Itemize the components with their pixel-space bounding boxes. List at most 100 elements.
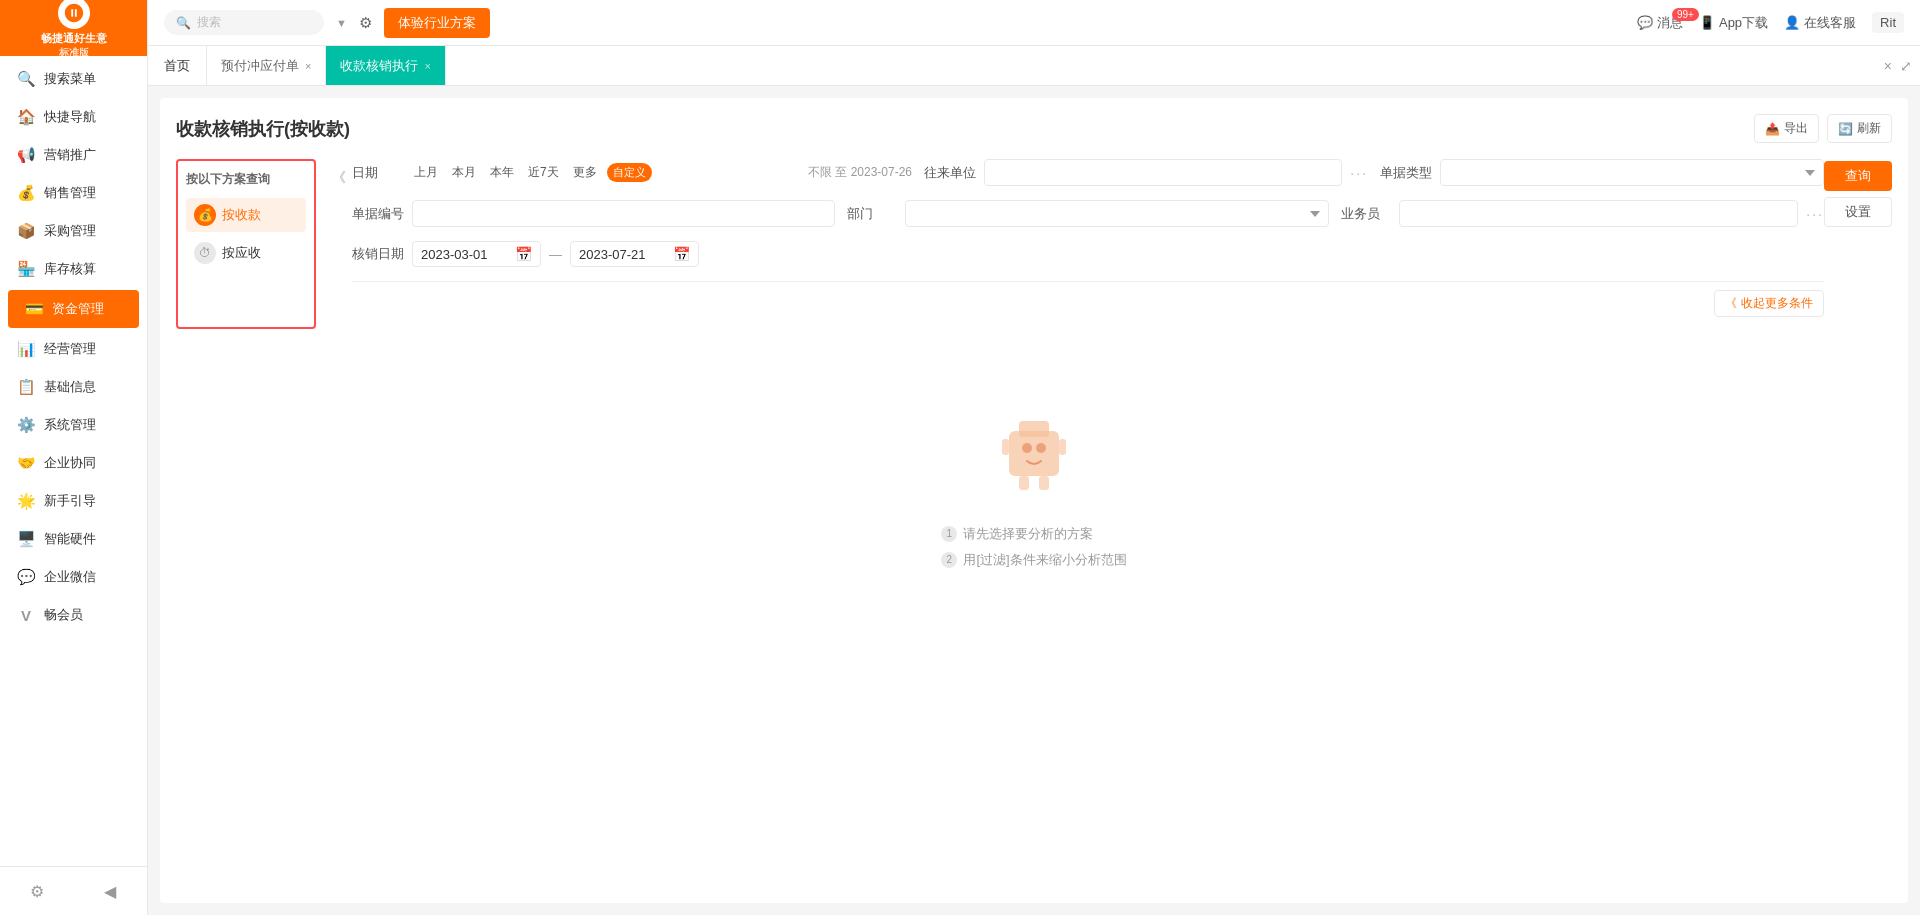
hardware-icon: 🖥️ xyxy=(16,530,36,548)
verif-end-input[interactable] xyxy=(579,247,669,262)
tab-fullscreen-btn[interactable]: ⤢ xyxy=(1900,58,1912,74)
sidebar-item-purchase[interactable]: 📦 采购管理 xyxy=(0,212,147,250)
tab-prepay[interactable]: 预付冲应付单 × xyxy=(207,46,326,85)
collapse-sidebar-btn[interactable]: ◀ xyxy=(94,875,126,907)
sidebar-item-vip[interactable]: V 畅会员 xyxy=(0,596,147,634)
message-button[interactable]: 💬 消息 99+ xyxy=(1637,14,1683,32)
message-badge: 99+ xyxy=(1672,8,1699,21)
verif-end-calendar-icon[interactable]: 📅 xyxy=(673,246,690,262)
settings-button[interactable]: 设置 xyxy=(1824,197,1892,227)
sales-field: 业务员 ··· xyxy=(1341,200,1824,227)
solution-button[interactable]: 体验行业方案 xyxy=(384,8,490,38)
date-custom-badge[interactable]: 自定义 xyxy=(607,163,652,182)
sidebar-item-label: 销售管理 xyxy=(44,184,96,202)
sidebar-item-system[interactable]: ⚙️ 系统管理 xyxy=(0,406,147,444)
collapse-more-button[interactable]: 《 收起更多条件 xyxy=(1714,290,1824,317)
page-title: 收款核销执行(按收款) xyxy=(176,117,350,141)
svg-rect-6 xyxy=(1019,476,1029,490)
form-and-btn: 日期 上月 本月 本年 近7天 更多 自定义 xyxy=(352,159,1892,329)
verif-start-calendar-icon[interactable]: 📅 xyxy=(515,246,532,262)
export-label: 导出 xyxy=(1784,120,1808,137)
page-header: 收款核销执行(按收款) 📤 导出 🔄 刷新 xyxy=(176,114,1892,143)
date-this-month[interactable]: 本月 xyxy=(448,163,480,182)
verif-start-wrap[interactable]: 📅 xyxy=(412,241,541,267)
query-btn-col: 查询 设置 xyxy=(1824,159,1892,227)
collapse-filter-btn[interactable]: 《 xyxy=(332,159,352,187)
service-label: 在线客服 xyxy=(1804,14,1856,32)
sidebar-item-wechat[interactable]: 💬 企业微信 xyxy=(0,558,147,596)
doc-type-select[interactable] xyxy=(1440,159,1824,186)
inventory-icon: 🏪 xyxy=(16,260,36,278)
empty-state-illustration xyxy=(984,401,1084,501)
sidebar-item-marketing[interactable]: 📢 营销推广 xyxy=(0,136,147,174)
search-icon: 🔍 xyxy=(176,16,191,30)
tip-text-2: 用[过滤]条件来缩小分析范围 xyxy=(963,547,1126,573)
user-menu-button[interactable]: Rit xyxy=(1872,12,1904,33)
doc-no-field: 单据编号 xyxy=(352,200,835,227)
verif-start-input[interactable] xyxy=(421,247,511,262)
topbar-gear-icon[interactable]: ⚙ xyxy=(359,14,372,32)
sales-dots-icon[interactable]: ··· xyxy=(1806,206,1824,222)
sidebar-item-operation[interactable]: 📊 经营管理 xyxy=(0,330,147,368)
refresh-button[interactable]: 🔄 刷新 xyxy=(1827,114,1892,143)
home-tab-label: 首页 xyxy=(164,57,190,75)
sidebar-item-quick-nav[interactable]: 🏠 快捷导航 xyxy=(0,98,147,136)
tip-num-1: 1 xyxy=(941,526,957,542)
filter-option-by-receipt[interactable]: 💰 按收款 xyxy=(186,198,306,232)
sidebar-item-finance[interactable]: 💳 资金管理 xyxy=(8,290,139,328)
verif-end-wrap[interactable]: 📅 xyxy=(570,241,699,267)
date-last-month[interactable]: 上月 xyxy=(410,163,442,182)
page-actions: 📤 导出 🔄 刷新 xyxy=(1754,114,1892,143)
by-receipt-label: 按收款 xyxy=(222,206,261,224)
collapse-chevron-icon: 《 xyxy=(1725,295,1737,312)
receipt-tab-label: 收款核销执行 xyxy=(340,57,418,75)
quick-nav-icon: 🏠 xyxy=(16,108,36,126)
topbar-chevron-icon[interactable]: ▼ xyxy=(336,17,347,29)
date-this-year[interactable]: 本年 xyxy=(486,163,518,182)
export-icon: 📤 xyxy=(1765,122,1780,136)
guide-icon: 🌟 xyxy=(16,492,36,510)
sidebar-nav: 🔍 搜索菜单 🏠 快捷导航 📢 营销推广 💰 销售管理 📦 采购管理 🏪 库存核… xyxy=(0,56,147,866)
sidebar-item-inventory[interactable]: 🏪 库存核算 xyxy=(0,250,147,288)
service-button[interactable]: 👤 在线客服 xyxy=(1784,14,1856,32)
by-receipt-icon: 💰 xyxy=(194,204,216,226)
sidebar-bottom: ⚙ ◀ xyxy=(0,866,147,915)
sidebar-item-sales[interactable]: 💰 销售管理 xyxy=(0,174,147,212)
svg-rect-0 xyxy=(1009,431,1059,476)
tab-close-prepay[interactable]: × xyxy=(305,60,311,72)
tab-close-all-btn[interactable]: × xyxy=(1884,58,1892,74)
topbar-right: 💬 消息 99+ 📱 App下载 👤 在线客服 Rit xyxy=(1637,12,1904,33)
sales-input[interactable] xyxy=(1399,200,1798,227)
dept-select[interactable] xyxy=(905,200,1330,227)
query-button[interactable]: 查询 xyxy=(1824,161,1892,191)
date-more[interactable]: 更多 xyxy=(569,163,601,182)
export-button[interactable]: 📤 导出 xyxy=(1754,114,1819,143)
sidebar-item-basic-info[interactable]: 📋 基础信息 xyxy=(0,368,147,406)
prepay-tab-label: 预付冲应付单 xyxy=(221,57,299,75)
doc-no-input[interactable] xyxy=(412,200,835,227)
purchase-icon: 📦 xyxy=(16,222,36,240)
sidebar-item-label: 库存核算 xyxy=(44,260,96,278)
sidebar-item-search-menu[interactable]: 🔍 搜索菜单 xyxy=(0,60,147,98)
tab-receipt[interactable]: 收款核销执行 × xyxy=(326,46,445,85)
sidebar-item-label: 畅会员 xyxy=(44,606,83,624)
filter-option-by-receivable[interactable]: ⏱ 按应收 xyxy=(186,236,306,270)
sidebar-item-collab[interactable]: 🤝 企业协同 xyxy=(0,444,147,482)
partner-input[interactable] xyxy=(984,159,1342,186)
svg-rect-1 xyxy=(1019,421,1049,437)
partner-dots-icon[interactable]: ··· xyxy=(1350,165,1368,181)
sidebar-item-label: 企业微信 xyxy=(44,568,96,586)
sidebar-item-hardware[interactable]: 🖥️ 智能硬件 xyxy=(0,520,147,558)
basic-info-icon: 📋 xyxy=(16,378,36,396)
sidebar-item-guide[interactable]: 🌟 新手引导 xyxy=(0,482,147,520)
content-area: 收款核销执行(按收款) 📤 导出 🔄 刷新 按以下方案查询 xyxy=(148,86,1920,915)
empty-tip-row-1: 1 请先选择要分析的方案 xyxy=(941,521,1126,547)
tab-home[interactable]: 首页 xyxy=(148,46,207,85)
settings-bottom-btn[interactable]: ⚙ xyxy=(21,875,53,907)
date-7days[interactable]: 近7天 xyxy=(524,163,563,182)
topbar-search[interactable]: 🔍 搜索 xyxy=(164,10,324,35)
sidebar-item-label: 智能硬件 xyxy=(44,530,96,548)
tab-close-receipt[interactable]: × xyxy=(424,60,430,72)
doc-type-label: 单据类型 xyxy=(1380,164,1432,182)
app-download-button[interactable]: 📱 App下载 xyxy=(1699,14,1768,32)
